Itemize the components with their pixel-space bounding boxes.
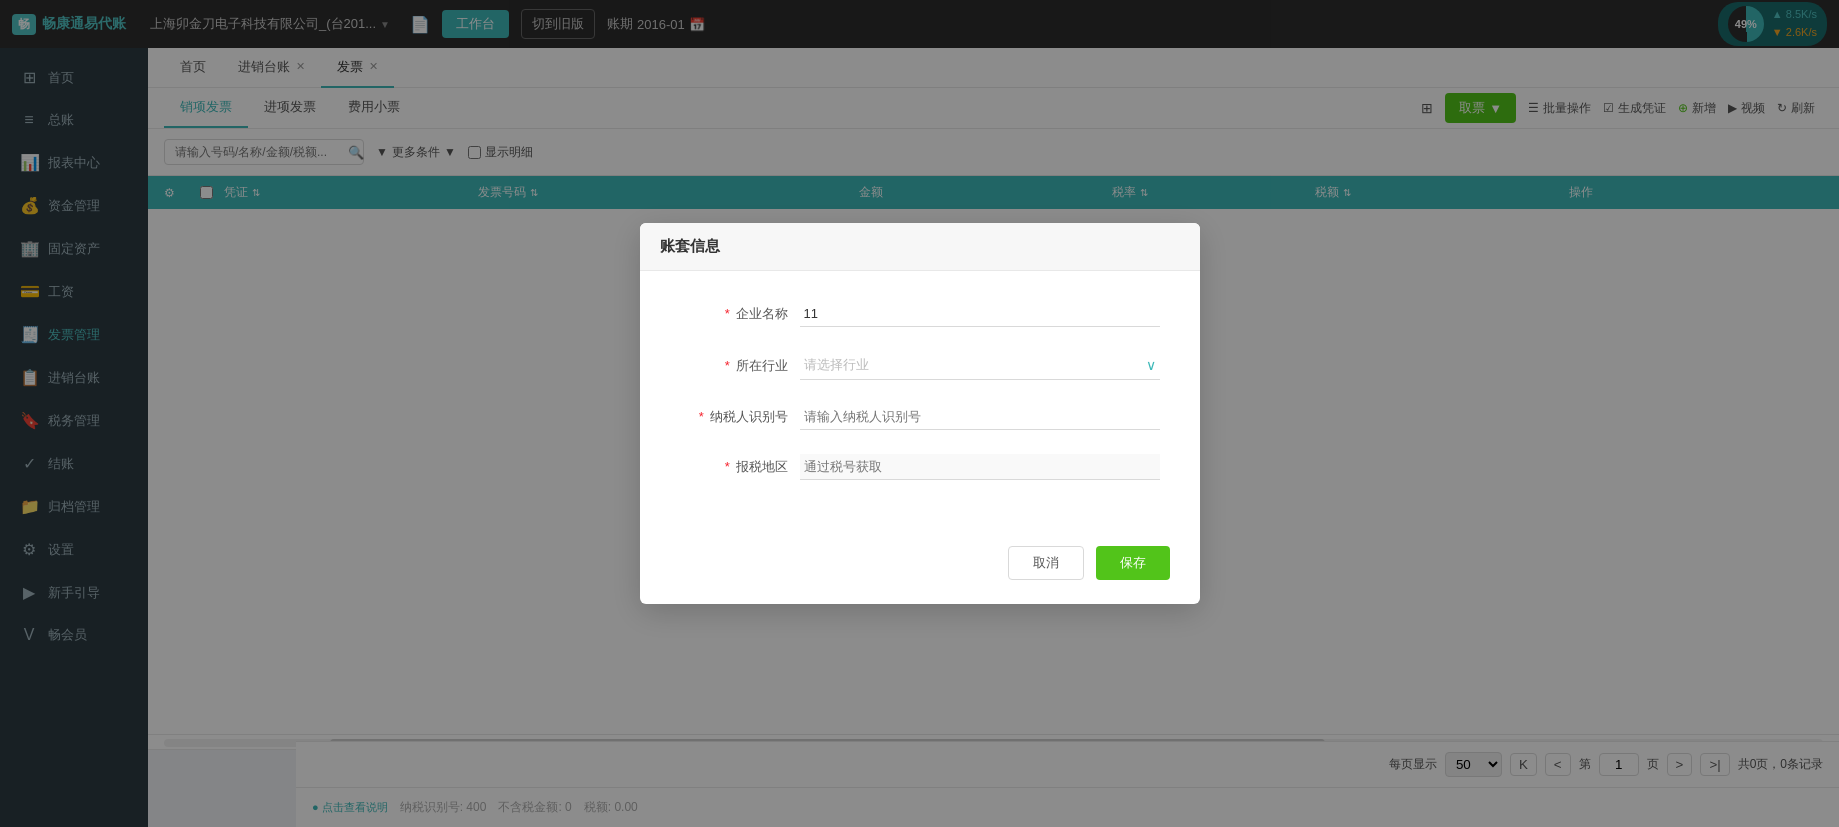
company-name-input[interactable]	[800, 301, 1160, 327]
dialog-title: 账套信息	[640, 223, 1200, 271]
company-name-label: * 企业名称	[680, 305, 800, 323]
required-star: *	[725, 306, 730, 321]
industry-placeholder: 请选择行业	[804, 356, 1146, 374]
industry-select[interactable]: 请选择行业 ∨	[800, 351, 1160, 380]
tax-region-label: * 报税地区	[680, 458, 800, 476]
tax-id-label: * 纳税人识别号	[680, 408, 800, 426]
form-row-industry: * 所在行业 请选择行业 ∨	[680, 351, 1160, 380]
form-row-company: * 企业名称	[680, 301, 1160, 327]
required-star-3: *	[699, 409, 704, 424]
cancel-button[interactable]: 取消	[1008, 546, 1084, 580]
form-row-tax-id: * 纳税人识别号	[680, 404, 1160, 430]
tax-id-input[interactable]	[800, 404, 1160, 430]
industry-label: * 所在行业	[680, 357, 800, 375]
tax-region-input	[800, 454, 1160, 480]
save-button[interactable]: 保存	[1096, 546, 1170, 580]
industry-dropdown-icon: ∨	[1146, 357, 1156, 373]
dialog-footer: 取消 保存	[640, 534, 1200, 604]
required-star-2: *	[725, 358, 730, 373]
modal-overlay: 账套信息 * 企业名称 * 所在行业 请选择行业 ∨	[0, 0, 1839, 827]
account-info-dialog: 账套信息 * 企业名称 * 所在行业 请选择行业 ∨	[640, 223, 1200, 604]
form-row-tax-region: * 报税地区	[680, 454, 1160, 480]
dialog-body: * 企业名称 * 所在行业 请选择行业 ∨ * 纳	[640, 271, 1200, 534]
required-star-4: *	[725, 459, 730, 474]
